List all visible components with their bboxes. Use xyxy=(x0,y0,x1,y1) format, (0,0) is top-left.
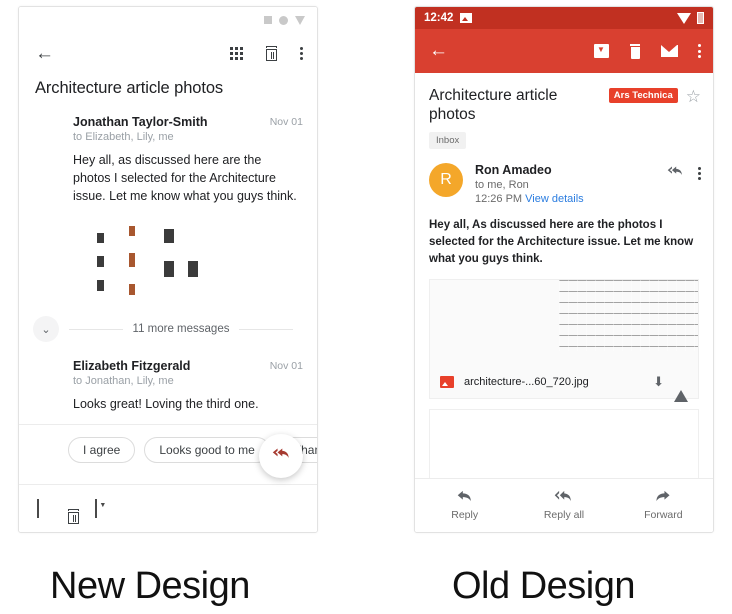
mail-icon[interactable] xyxy=(661,45,678,57)
reply-icon xyxy=(457,490,473,505)
sender-actions xyxy=(667,163,701,181)
image-file-icon xyxy=(440,376,454,389)
avatar xyxy=(33,114,61,142)
attachment-row: architecture-...60_720.jpg ⬇ xyxy=(430,366,698,403)
message-header: Elizabeth Fitzgerald to Jonathan, Lily, … xyxy=(33,354,303,387)
new-bottom-toolbar xyxy=(19,484,317,532)
new-status-bar xyxy=(19,7,317,33)
reply-button[interactable]: Reply xyxy=(415,490,514,521)
old-design-phone: 12:42 ← Architecture article photos Ars … xyxy=(414,6,714,533)
sender-row: R Ron Amadeo to me, Ron 12:26 PM View de… xyxy=(415,149,713,205)
collapsed-messages-label: 11 more messages xyxy=(132,323,230,336)
more-vert-icon[interactable] xyxy=(300,46,303,60)
sender-meta: Ron Amadeo to me, Ron 12:26 PM View deta… xyxy=(463,163,667,205)
triangle-icon xyxy=(295,15,305,25)
recipients: to Jonathan, Lily, me xyxy=(73,375,174,388)
collapsed-messages-row[interactable]: ⌄ 11 more messages xyxy=(19,302,317,354)
forward-icon xyxy=(655,490,671,505)
avatar[interactable]: R xyxy=(429,163,463,198)
recipients: to Elizabeth, Lily, me xyxy=(73,131,174,143)
attachment-thumbnails xyxy=(33,205,303,302)
message-header: Jonathan Taylor-Smith to Elizabeth, Lily… xyxy=(33,110,303,143)
sender-name: Ron Amadeo xyxy=(475,163,552,178)
mark-unread-icon[interactable] xyxy=(37,498,39,518)
message-meta: Jonathan Taylor-Smith to Elizabeth, Lily… xyxy=(61,114,270,143)
caption-old-design: Old Design xyxy=(452,565,635,607)
grid-apps-icon[interactable] xyxy=(230,46,243,60)
divider xyxy=(69,328,123,330)
timestamp: 12:26 PM xyxy=(475,193,523,206)
photo-thumbnail[interactable] xyxy=(228,217,303,302)
more-vert-icon[interactable] xyxy=(698,166,701,180)
view-details-link[interactable]: View details xyxy=(525,193,584,205)
subject-area: Architecture article photos Ars Technica… xyxy=(415,73,713,150)
message-date: Nov 01 xyxy=(269,360,303,373)
timestamp-row: 12:26 PM View details xyxy=(475,193,667,205)
battery-icon xyxy=(697,12,704,24)
sender-name: Elizabeth Fitzgerald xyxy=(73,359,191,374)
reply-all-icon[interactable] xyxy=(667,165,684,181)
status-badge: Ars Technica xyxy=(608,88,678,103)
reply-all-fab[interactable] xyxy=(259,434,303,478)
message-item[interactable]: Jonathan Taylor-Smith to Elizabeth, Lily… xyxy=(19,110,317,302)
photo-thumbnail[interactable] xyxy=(73,217,220,302)
square-icon xyxy=(264,16,272,24)
message-body: Hey all, As discussed here are the photo… xyxy=(429,219,694,265)
smart-reply-chip[interactable]: Looks good to me xyxy=(144,437,270,463)
caption-new-design: New Design xyxy=(50,565,250,607)
smart-reply-chip[interactable]: I agree xyxy=(68,437,136,463)
status-icons xyxy=(677,12,704,24)
message-body: Hey all, as discussed here are the photo… xyxy=(73,153,297,203)
screenshot-icon xyxy=(460,13,473,23)
old-app-bar: ← xyxy=(415,29,713,73)
reply-all-icon xyxy=(554,490,573,505)
page-title: Architecture article photos xyxy=(429,87,558,123)
reply-all-button[interactable]: Reply all xyxy=(514,490,613,521)
old-status-bar: 12:42 xyxy=(415,7,713,29)
more-vert-icon[interactable] xyxy=(698,44,701,58)
sender-name: Jonathan Taylor-Smith xyxy=(73,115,208,129)
attachment-filename: architecture-...60_720.jpg xyxy=(464,376,589,389)
archive-icon[interactable] xyxy=(594,44,609,58)
new-design-phone: ← Architecture article photos Jonathan T… xyxy=(18,6,318,533)
back-icon[interactable]: ← xyxy=(429,40,448,62)
old-bottom-toolbar: Reply Reply all Forward xyxy=(415,478,713,532)
message-body: Looks great! Loving the third one. xyxy=(73,397,259,412)
star-icon[interactable]: ☆ xyxy=(678,87,701,107)
download-icon[interactable]: ⬇ xyxy=(653,374,664,390)
reply-all-icon xyxy=(272,446,291,467)
message-date: Nov 01 xyxy=(269,116,303,128)
message-meta: Elizabeth Fitzgerald to Jonathan, Lily, … xyxy=(61,358,270,387)
status-time: 12:42 xyxy=(424,12,454,24)
avatar xyxy=(33,437,59,463)
circle-icon xyxy=(279,15,288,25)
archive-icon[interactable] xyxy=(95,498,97,518)
back-icon[interactable]: ← xyxy=(35,44,54,63)
attachment-preview-image[interactable] xyxy=(430,280,698,366)
forward-label: Forward xyxy=(644,509,683,521)
trash-icon[interactable] xyxy=(265,45,278,61)
avatar xyxy=(33,358,61,386)
wifi-icon xyxy=(677,12,691,24)
forward-button[interactable]: Forward xyxy=(614,490,713,521)
comparison-stage: ← Architecture article photos Jonathan T… xyxy=(0,0,732,614)
label-chip-inbox[interactable]: Inbox xyxy=(429,132,467,150)
new-app-bar: ← xyxy=(19,33,317,73)
chevron-down-icon[interactable]: ⌄ xyxy=(33,316,59,343)
reply-all-label: Reply all xyxy=(543,509,585,521)
reply-all-glyph xyxy=(272,447,289,458)
reply-label: Reply xyxy=(451,509,479,521)
divider xyxy=(239,328,294,330)
message-item[interactable]: Elizabeth Fitzgerald to Jonathan, Lily, … xyxy=(19,354,317,414)
attachment-card[interactable]: architecture-...60_720.jpg ⬇ xyxy=(429,279,699,403)
google-drive-icon[interactable] xyxy=(674,373,688,403)
page-title: Architecture article photos xyxy=(35,79,224,97)
trash-icon[interactable] xyxy=(629,43,641,59)
recipients: to me, Ron xyxy=(475,179,529,192)
